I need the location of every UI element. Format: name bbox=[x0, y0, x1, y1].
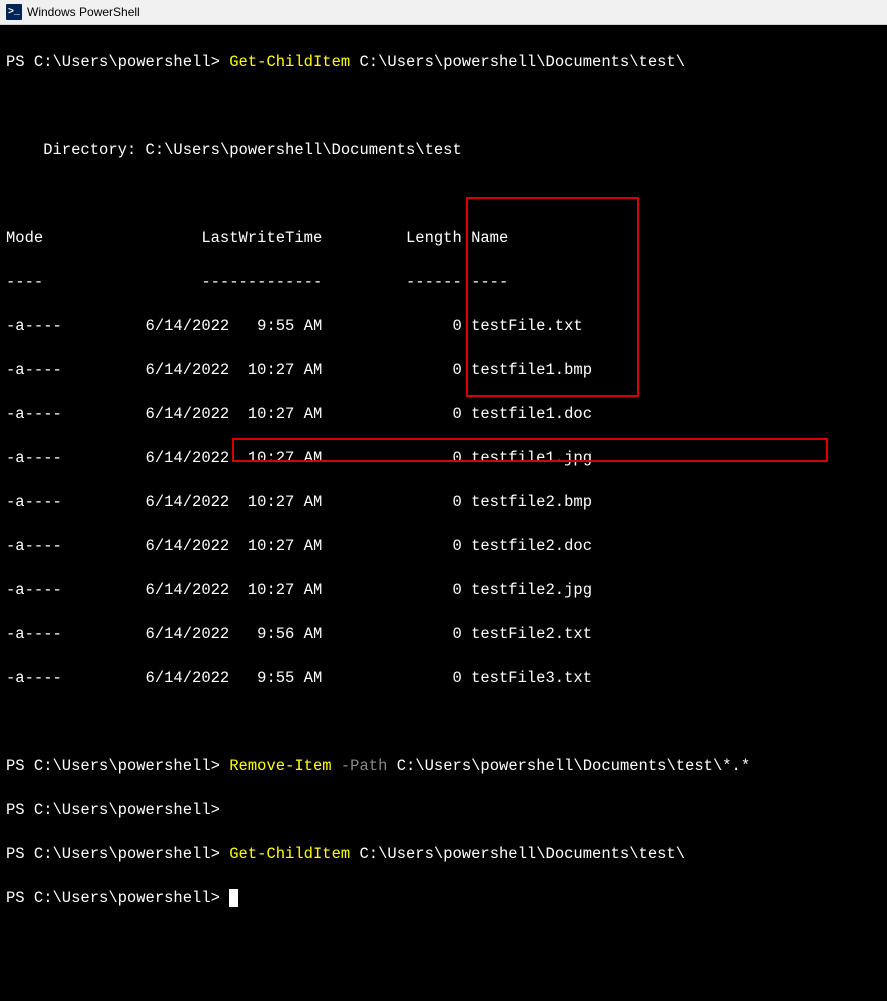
space bbox=[220, 757, 229, 775]
space bbox=[220, 845, 229, 863]
directory-label: Directory: bbox=[6, 141, 146, 159]
command-arg-path: C:\Users\powershell\Documents\test\*.* bbox=[397, 757, 750, 775]
window-title: Windows PowerShell bbox=[27, 5, 140, 19]
prompt-prefix: PS bbox=[6, 757, 34, 775]
space bbox=[220, 53, 229, 71]
command-arg-path: C:\Users\powershell\Documents\test\ bbox=[359, 845, 685, 863]
terminal-line: PS C:\Users\powershell> Remove-Item -Pat… bbox=[6, 755, 881, 777]
table-row: -a---- 6/14/2022 10:27 AM 0 testfile2.do… bbox=[6, 535, 881, 557]
prompt-prefix: PS bbox=[6, 845, 34, 863]
prompt-path: C:\Users\powershell> bbox=[34, 801, 220, 819]
table-row: -a---- 6/14/2022 9:56 AM 0 testFile2.txt bbox=[6, 623, 881, 645]
prompt-prefix: PS bbox=[6, 801, 34, 819]
table-divider: ---- ------------- ------ ---- bbox=[6, 271, 881, 293]
table-row: -a---- 6/14/2022 10:27 AM 0 testfile1.bm… bbox=[6, 359, 881, 381]
command-arg-path: C:\Users\powershell\Documents\test\ bbox=[359, 53, 685, 71]
powershell-icon-glyph: >_ bbox=[8, 7, 20, 18]
table-row: -a---- 6/14/2022 10:27 AM 0 testfile1.do… bbox=[6, 403, 881, 425]
highlight-box-files bbox=[466, 197, 639, 397]
terminal-line: PS C:\Users\powershell> bbox=[6, 887, 881, 909]
cmdlet-remove-item: Remove-Item bbox=[229, 757, 331, 775]
window-titlebar[interactable]: >_ Windows PowerShell bbox=[0, 0, 887, 25]
powershell-icon: >_ bbox=[6, 4, 22, 20]
prompt-path: C:\Users\powershell> bbox=[34, 845, 220, 863]
directory-path: C:\Users\powershell\Documents\test bbox=[146, 141, 462, 159]
cmdlet-get-childitem: Get-ChildItem bbox=[229, 53, 350, 71]
param-path: -Path bbox=[332, 757, 397, 775]
table-row: -a---- 6/14/2022 9:55 AM 0 testFile3.txt bbox=[6, 667, 881, 689]
cursor bbox=[229, 889, 238, 907]
prompt-path: C:\Users\powershell> bbox=[34, 889, 220, 907]
terminal-line: PS C:\Users\powershell> Get-ChildItem C:… bbox=[6, 51, 881, 73]
table-row: -a---- 6/14/2022 9:55 AM 0 testFile.txt bbox=[6, 315, 881, 337]
terminal-line: PS C:\Users\powershell> Get-ChildItem C:… bbox=[6, 843, 881, 865]
prompt-path: C:\Users\powershell> bbox=[34, 757, 220, 775]
table-header: Mode LastWriteTime Length Name bbox=[6, 227, 881, 249]
space bbox=[350, 845, 359, 863]
table-row: -a---- 6/14/2022 10:27 AM 0 testfile2.bm… bbox=[6, 491, 881, 513]
terminal-area[interactable]: PS C:\Users\powershell> Get-ChildItem C:… bbox=[0, 25, 887, 1001]
directory-line: Directory: C:\Users\powershell\Documents… bbox=[6, 139, 881, 161]
cmdlet-get-childitem: Get-ChildItem bbox=[229, 845, 350, 863]
terminal-line: PS C:\Users\powershell> bbox=[6, 799, 881, 821]
space bbox=[220, 889, 229, 907]
highlight-box-remove-command bbox=[232, 438, 828, 462]
table-row: -a---- 6/14/2022 10:27 AM 0 testfile2.jp… bbox=[6, 579, 881, 601]
prompt-path: C:\Users\powershell> bbox=[34, 53, 220, 71]
prompt-prefix: PS bbox=[6, 53, 34, 71]
prompt-prefix: PS bbox=[6, 889, 34, 907]
